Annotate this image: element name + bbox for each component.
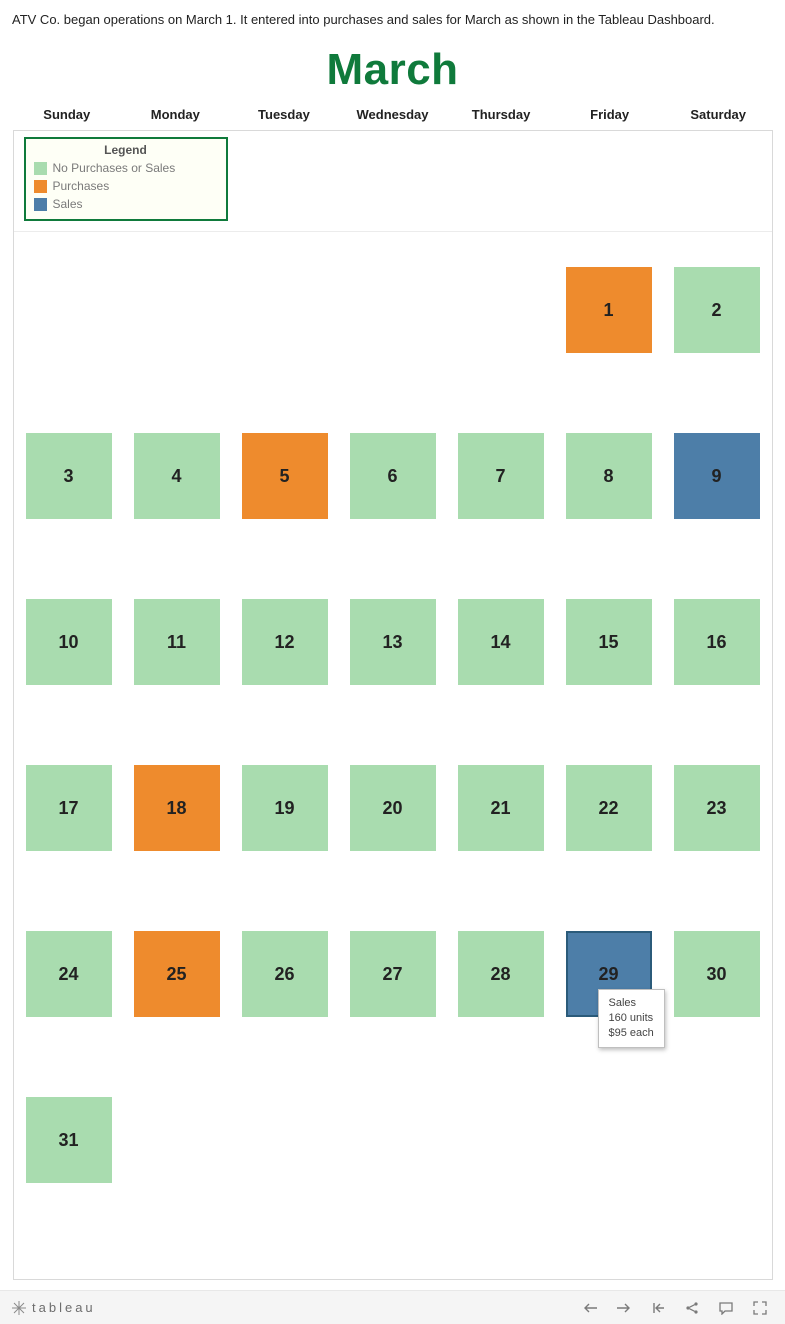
calendar-day-25[interactable]: 25 bbox=[134, 931, 220, 1017]
legend-item-sales: Sales bbox=[34, 195, 218, 213]
calendar-day-1[interactable]: 1 bbox=[566, 267, 652, 353]
tooltip-line: Sales bbox=[609, 996, 654, 1011]
legend-label: Sales bbox=[53, 195, 83, 213]
dow-wednesday: Wednesday bbox=[338, 101, 447, 130]
comment-icon bbox=[719, 1301, 733, 1315]
calendar-day-4[interactable]: 4 bbox=[134, 433, 220, 519]
calendar-day-14[interactable]: 14 bbox=[458, 599, 544, 685]
dow-friday: Friday bbox=[555, 101, 664, 130]
share-button[interactable] bbox=[679, 1298, 705, 1318]
tooltip-line: 160 units bbox=[609, 1011, 654, 1026]
calendar-day-10[interactable]: 10 bbox=[26, 599, 112, 685]
calendar-day-18[interactable]: 18 bbox=[134, 765, 220, 851]
calendar-day-9[interactable]: 9 bbox=[674, 433, 760, 519]
dow-monday: Monday bbox=[121, 101, 230, 130]
calendar-day-8[interactable]: 8 bbox=[566, 433, 652, 519]
calendar-day-17[interactable]: 17 bbox=[26, 765, 112, 851]
dow-tuesday: Tuesday bbox=[230, 101, 339, 130]
dow-thursday: Thursday bbox=[447, 101, 556, 130]
legend-panel: Legend No Purchases or Sales Purchases S… bbox=[24, 137, 228, 221]
legend-swatch-purchases-icon bbox=[34, 180, 47, 193]
month-title: March bbox=[10, 45, 775, 95]
dow-saturday: Saturday bbox=[664, 101, 773, 130]
calendar-day-7[interactable]: 7 bbox=[458, 433, 544, 519]
calendar-day-21[interactable]: 21 bbox=[458, 765, 544, 851]
legend-title: Legend bbox=[34, 143, 218, 157]
calendar-day-31[interactable]: 31 bbox=[26, 1097, 112, 1183]
intro-text: ATV Co. began operations on March 1. It … bbox=[12, 12, 775, 27]
fullscreen-button[interactable] bbox=[747, 1298, 773, 1318]
calendar-day-6[interactable]: 6 bbox=[350, 433, 436, 519]
calendar-day-11[interactable]: 11 bbox=[134, 599, 220, 685]
calendar-day-27[interactable]: 27 bbox=[350, 931, 436, 1017]
calendar-day-5[interactable]: 5 bbox=[242, 433, 328, 519]
calendar-day-2[interactable]: 2 bbox=[674, 267, 760, 353]
legend-item-purchases: Purchases bbox=[34, 177, 218, 195]
calendar-day-26[interactable]: 26 bbox=[242, 931, 328, 1017]
calendar-frame: Legend No Purchases or Sales Purchases S… bbox=[13, 130, 773, 1280]
calendar-day-24[interactable]: 24 bbox=[26, 931, 112, 1017]
calendar-day-19[interactable]: 19 bbox=[242, 765, 328, 851]
calendar-day-12[interactable]: 12 bbox=[242, 599, 328, 685]
dow-sunday: Sunday bbox=[13, 101, 122, 130]
calendar-grid: 1234567891011121314151617181920212223242… bbox=[24, 131, 762, 1211]
nav-rewind-button[interactable] bbox=[645, 1298, 671, 1318]
tableau-toolbar: tableau bbox=[0, 1290, 785, 1324]
calendar-day-30[interactable]: 30 bbox=[674, 931, 760, 1017]
tooltip-line: $95 each bbox=[609, 1026, 654, 1041]
comment-button[interactable] bbox=[713, 1298, 739, 1318]
legend-label: No Purchases or Sales bbox=[53, 159, 176, 177]
legend-label: Purchases bbox=[53, 177, 110, 195]
legend-swatch-none-icon bbox=[34, 162, 47, 175]
calendar-day-23[interactable]: 23 bbox=[674, 765, 760, 851]
calendar-tooltip: Sales160 units$95 each bbox=[598, 989, 665, 1048]
legend-item-none: No Purchases or Sales bbox=[34, 159, 218, 177]
nav-rewind-icon bbox=[651, 1302, 665, 1314]
fullscreen-icon bbox=[753, 1301, 767, 1315]
tableau-logo-icon bbox=[12, 1301, 26, 1315]
nav-back-button[interactable] bbox=[577, 1298, 603, 1318]
tableau-logo[interactable]: tableau bbox=[12, 1300, 96, 1315]
calendar-day-3[interactable]: 3 bbox=[26, 433, 112, 519]
calendar-day-22[interactable]: 22 bbox=[566, 765, 652, 851]
tableau-brand-text: tableau bbox=[32, 1300, 96, 1315]
calendar-day-16[interactable]: 16 bbox=[674, 599, 760, 685]
nav-back-icon bbox=[583, 1302, 597, 1314]
share-icon bbox=[685, 1301, 699, 1315]
calendar-day-20[interactable]: 20 bbox=[350, 765, 436, 851]
calendar-day-15[interactable]: 15 bbox=[566, 599, 652, 685]
calendar-day-13[interactable]: 13 bbox=[350, 599, 436, 685]
legend-swatch-sales-icon bbox=[34, 198, 47, 211]
nav-forward-button[interactable] bbox=[611, 1298, 637, 1318]
nav-forward-icon bbox=[617, 1302, 631, 1314]
day-of-week-header: Sunday Monday Tuesday Wednesday Thursday… bbox=[13, 101, 773, 130]
calendar-day-28[interactable]: 28 bbox=[458, 931, 544, 1017]
divider bbox=[14, 231, 772, 232]
